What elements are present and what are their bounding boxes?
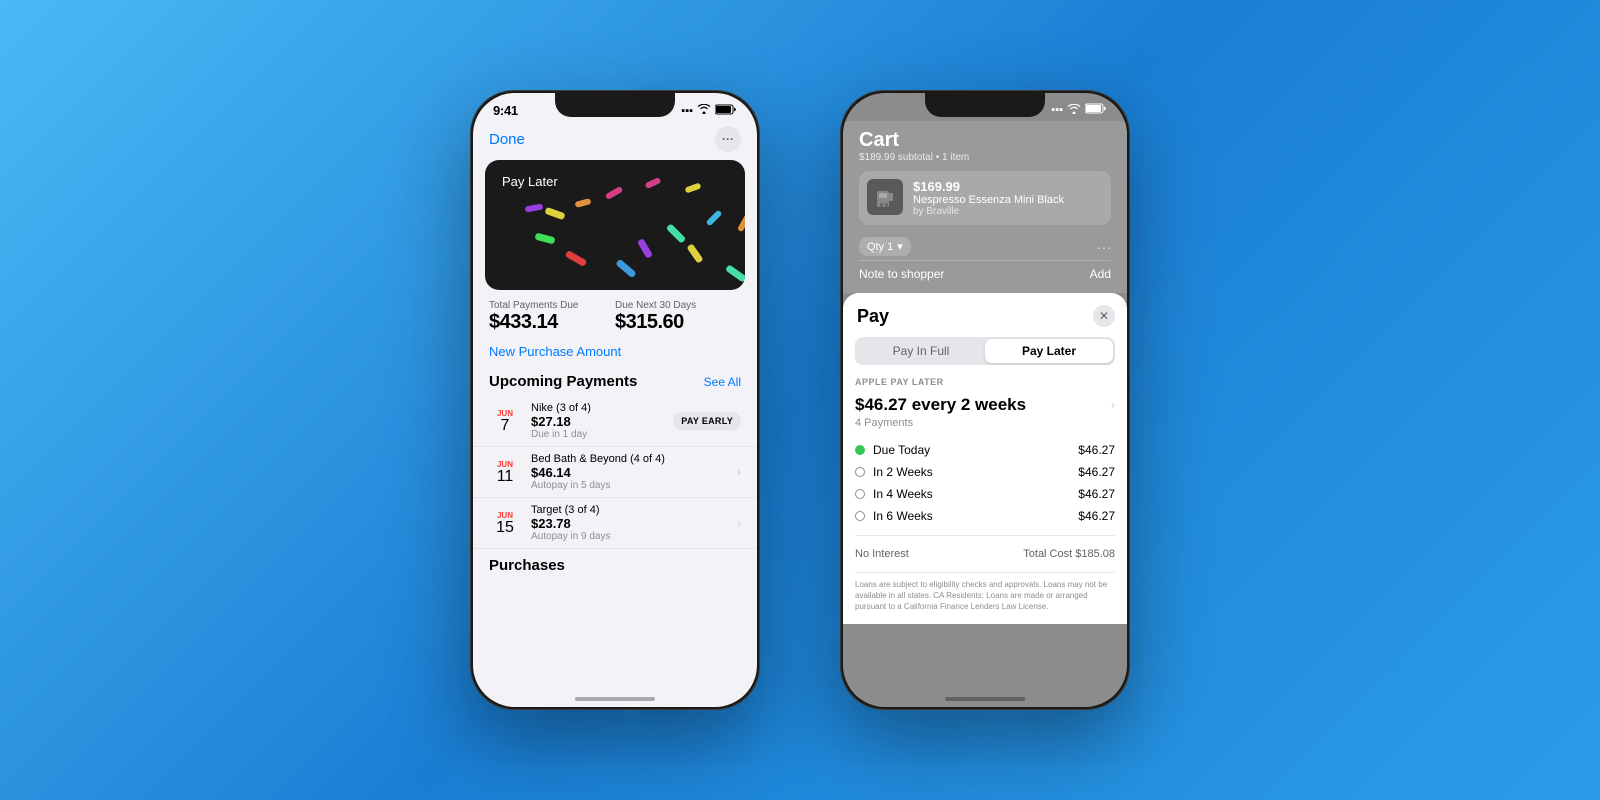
schedule-row-2weeks: In 2 Weeks $46.27 [855, 461, 1115, 483]
product-image [867, 179, 903, 215]
more-button[interactable]: ··· [715, 126, 741, 152]
purchases-section-title: Purchases [473, 549, 757, 578]
cart-subtitle: $189.99 subtotal • 1 item [859, 152, 1111, 163]
due-next-value: $315.60 [615, 311, 741, 334]
wifi-icon [697, 104, 711, 117]
phone-2: ▪▪▪ Cart $189.99 subtotal • 1 item [840, 90, 1130, 710]
payment-item-target[interactable]: JUN 15 Target (3 of 4) $23.78 Autopay in… [473, 498, 757, 549]
notch-2 [925, 93, 1045, 117]
screen-content-1: Done ··· [473, 122, 757, 700]
see-all-link[interactable]: See All [704, 375, 741, 389]
tab-pay-later[interactable]: Pay Later [985, 339, 1113, 363]
product-name: Nespresso Essenza Mini Black [913, 194, 1103, 206]
chevron-icon-bbb: › [737, 465, 741, 479]
more-options-icon[interactable]: ··· [1097, 239, 1111, 255]
no-interest-row: No Interest Total Cost $185.08 [855, 544, 1115, 564]
phone-1: 9:41 ▪▪▪ Done ··· [470, 90, 760, 710]
home-indicator-1 [575, 697, 655, 701]
battery-icon-2 [1085, 103, 1107, 117]
schedule-dot-today [855, 445, 865, 455]
date-badge-jun7: JUN 7 [489, 409, 521, 434]
new-purchase-link[interactable]: New Purchase Amount [473, 340, 757, 367]
apple-pay-later-label: APPLE PAY LATER [855, 377, 1115, 387]
cart-item: $169.99 Nespresso Essenza Mini Black by … [859, 171, 1111, 225]
cart-section: Cart $189.99 subtotal • 1 item $169.99 N… [843, 121, 1127, 293]
note-label: Note to shopper [859, 267, 944, 281]
payment-item-nike[interactable]: JUN 7 Nike (3 of 4) $27.18 Due in 1 day … [473, 396, 757, 447]
note-row: Note to shopper Add [859, 260, 1111, 285]
cart-title: Cart [859, 129, 1111, 152]
qty-label: Qty 1 [867, 241, 893, 253]
total-cost-label: Total Cost $185.08 [1023, 548, 1115, 560]
divider [855, 535, 1115, 536]
nav-bar-1: Done ··· [473, 122, 757, 160]
apple-pay-text: Pay [857, 306, 889, 327]
payment-info-nike: Nike (3 of 4) $27.18 Due in 1 day [531, 402, 663, 440]
notch [555, 93, 675, 117]
schedule-row-4weeks: In 4 Weeks $46.27 [855, 483, 1115, 505]
amount-chevron-icon: › [1111, 398, 1115, 412]
cart-controls: Qty 1 ▾ ··· [859, 233, 1111, 260]
signal-icon-2: ▪▪▪ [1051, 104, 1063, 116]
schedule-row-6weeks: In 6 Weeks $46.27 [855, 505, 1115, 527]
product-brand: by Braville [913, 206, 1103, 217]
status-time-1: 9:41 [493, 103, 518, 118]
sheet-header: Pay ✕ [855, 305, 1115, 327]
product-price: $169.99 [913, 179, 1103, 194]
battery-icon [715, 104, 737, 118]
pay-later-amount-text: $46.27 every 2 weeks [855, 395, 1026, 415]
card-logo: Pay Later [499, 174, 558, 189]
upcoming-title: Upcoming Payments [489, 373, 637, 390]
total-payments-block: Total Payments Due $433.14 [489, 300, 615, 334]
apple-pay-sheet: Pay ✕ Pay In Full Pay Later APPLE PAY LA… [843, 293, 1127, 624]
note-add-button[interactable]: Add [1090, 267, 1111, 281]
done-button[interactable]: Done [489, 131, 525, 148]
payment-item-bbb[interactable]: JUN 11 Bed Bath & Beyond (4 of 4) $46.14… [473, 447, 757, 498]
schedule-row-today: Due Today $46.27 [855, 439, 1115, 461]
payment-info-bbb: Bed Bath & Beyond (4 of 4) $46.14 Autopa… [531, 453, 727, 491]
close-sheet-button[interactable]: ✕ [1093, 305, 1115, 327]
schedule-dot-4weeks [855, 489, 865, 499]
pay-early-button[interactable]: PAY EARLY [673, 412, 741, 430]
payment-info-target: Target (3 of 4) $23.78 Autopay in 9 days [531, 504, 727, 542]
chevron-icon-target: › [737, 516, 741, 530]
upcoming-header: Upcoming Payments See All [473, 367, 757, 396]
payments-count: 4 Payments [855, 417, 1115, 429]
qty-chevron-icon: ▾ [897, 240, 903, 253]
disclaimer-text: Loans are subject to eligibility checks … [855, 572, 1115, 613]
wifi-icon-2 [1067, 104, 1081, 117]
schedule-dot-6weeks [855, 511, 865, 521]
date-badge-jun15: JUN 15 [489, 511, 521, 536]
stats-row: Total Payments Due $433.14 Due Next 30 D… [473, 290, 757, 340]
tab-pay-in-full[interactable]: Pay In Full [857, 339, 985, 363]
pay-later-amount-row[interactable]: $46.27 every 2 weeks › [855, 395, 1115, 415]
pay-later-card: Pay Later [485, 160, 745, 290]
qty-selector[interactable]: Qty 1 ▾ [859, 237, 911, 256]
payment-tab-group: Pay In Full Pay Later [855, 337, 1115, 365]
due-next-label: Due Next 30 Days [615, 300, 741, 311]
signal-icon: ▪▪▪ [681, 105, 693, 117]
due-next-block: Due Next 30 Days $315.60 [615, 300, 741, 334]
schedule-dot-2weeks [855, 467, 865, 477]
date-badge-jun11: JUN 11 [489, 460, 521, 485]
status-icons-2: ▪▪▪ [1051, 103, 1107, 117]
no-interest-label: No Interest [855, 548, 909, 560]
apple-pay-logo: Pay [855, 306, 889, 327]
total-payments-value: $433.14 [489, 311, 615, 334]
card-logo-text: Pay Later [502, 174, 558, 189]
home-indicator-2 [945, 697, 1025, 701]
status-icons-1: ▪▪▪ [681, 104, 737, 118]
total-payments-label: Total Payments Due [489, 300, 615, 311]
